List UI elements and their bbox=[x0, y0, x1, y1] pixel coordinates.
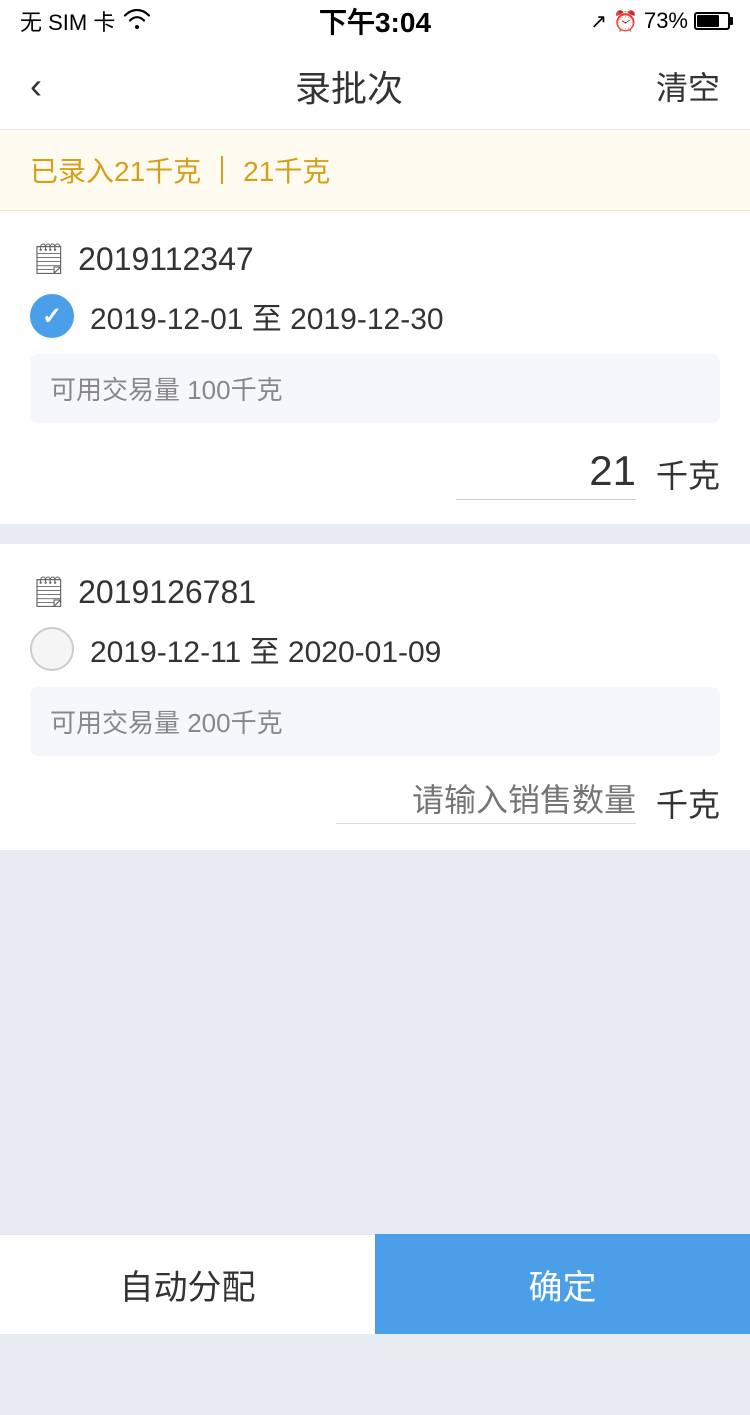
location-icon: ↗ bbox=[590, 9, 607, 34]
batch-2-date-row: 2019-12-11 至 2020-01-09 bbox=[30, 627, 720, 671]
sales-quantity-input[interactable] bbox=[336, 782, 636, 819]
status-time: 下午3:04 bbox=[319, 1, 431, 41]
check-icon: ✓ bbox=[42, 302, 62, 331]
wifi-icon bbox=[123, 7, 151, 35]
batch-1-quantity-row: 21 千克 bbox=[0, 423, 750, 524]
status-right: ↗ ⏰ 73% bbox=[590, 8, 730, 34]
batch-2-input-row: 千克 bbox=[0, 756, 750, 850]
batch-2-header: 🗒 2019126781 bbox=[30, 574, 720, 611]
back-button[interactable]: ‹ bbox=[30, 65, 42, 107]
auto-distribute-button[interactable]: 自动分配 bbox=[0, 1234, 375, 1334]
bottom-buttons: 自动分配 确定 bbox=[0, 1234, 750, 1334]
nav-bar: ‹ 录批次 清空 bbox=[0, 42, 750, 130]
batch-1-radio[interactable]: ✓ bbox=[30, 294, 74, 338]
quantity-unit: 千克 bbox=[656, 451, 720, 497]
batch-card-2: 🗒 2019126781 2019-12-11 至 2020-01-09 可用交… bbox=[0, 544, 750, 756]
batch-card-1: 🗒 2019112347 ✓ 2019-12-01 至 2019-12-30 可… bbox=[0, 211, 750, 423]
banner-divider bbox=[221, 156, 223, 184]
batch-1-date: 2019-12-01 至 2019-12-30 bbox=[90, 294, 444, 338]
amount-label: 21千克 bbox=[243, 150, 330, 190]
input-underline bbox=[336, 823, 636, 824]
batch-2-date: 2019-12-11 至 2020-01-09 bbox=[90, 627, 441, 671]
status-left: 无 SIM 卡 bbox=[20, 5, 151, 37]
carrier-label: 无 SIM 卡 bbox=[20, 5, 115, 37]
confirm-button[interactable]: 确定 bbox=[375, 1234, 750, 1334]
quantity-underline bbox=[456, 499, 636, 500]
clear-button[interactable]: 清空 bbox=[656, 63, 720, 109]
batch-2-available: 可用交易量 200千克 bbox=[30, 687, 720, 756]
batch-1-doc-icon: 🗒 bbox=[30, 242, 68, 277]
input-wrapper bbox=[336, 782, 636, 824]
batch-2-id: 2019126781 bbox=[78, 574, 256, 611]
batch-2-doc-icon: 🗒 bbox=[30, 575, 68, 610]
status-bar: 无 SIM 卡 下午3:04 ↗ ⏰ 73% bbox=[0, 0, 750, 42]
batch-1-date-row: ✓ 2019-12-01 至 2019-12-30 bbox=[30, 294, 720, 338]
section-separator bbox=[0, 524, 750, 544]
batch-1-available: 可用交易量 100千克 bbox=[30, 354, 720, 423]
quantity-display: 21 bbox=[456, 447, 636, 500]
batch-1-header: 🗒 2019112347 bbox=[30, 241, 720, 278]
quantity-value: 21 bbox=[589, 447, 636, 495]
recorded-label: 已录入21千克 bbox=[30, 150, 201, 190]
info-banner: 已录入21千克 21千克 bbox=[0, 130, 750, 211]
alarm-icon: ⏰ bbox=[613, 9, 638, 34]
page-title: 录批次 bbox=[295, 60, 403, 112]
batch-2-radio[interactable] bbox=[30, 627, 74, 671]
batch-1-id: 2019112347 bbox=[78, 241, 254, 278]
battery-percent: 73% bbox=[644, 8, 688, 34]
input-unit: 千克 bbox=[656, 780, 720, 826]
battery-icon bbox=[694, 12, 730, 30]
